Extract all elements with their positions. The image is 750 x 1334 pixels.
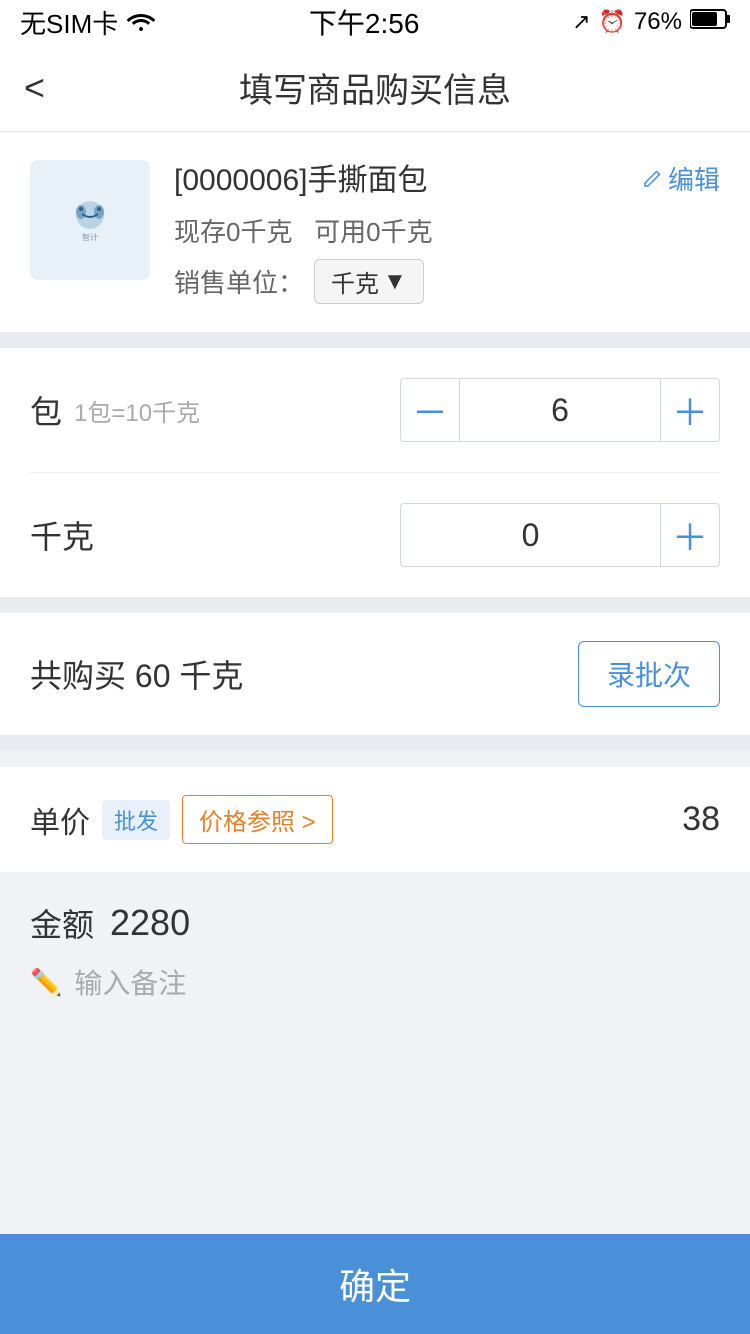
bao-quantity-control: － ＋ (400, 378, 720, 442)
separator-1 (0, 332, 750, 348)
price-type-badge: 批发 (102, 800, 170, 840)
price-section: 单价 批发 价格参照 > 38 (0, 767, 750, 872)
input-section: 包 1包=10千克 － ＋ 千克 ＋ (0, 348, 750, 597)
svg-text:智计: 智计 (82, 232, 98, 242)
page-title: 填写商品购买信息 (239, 63, 511, 112)
record-batch-button[interactable]: 录批次 (578, 641, 720, 707)
kg-input-row: 千克 ＋ (30, 473, 720, 597)
status-time: 下午2:56 (309, 2, 420, 42)
bao-input-row: 包 1包=10千克 － ＋ (30, 348, 720, 473)
bao-label: 包 1包=10千克 (30, 387, 200, 433)
amount-label: 金额 (30, 900, 94, 946)
kg-quantity-input[interactable] (400, 503, 660, 567)
status-carrier: 无SIM卡 (20, 4, 156, 41)
edit-label: 编辑 (668, 160, 720, 197)
price-label: 单价 (30, 798, 90, 842)
unit-selector[interactable]: 千克 ▼ (314, 259, 424, 304)
product-name: [0000006]手撕面包 (174, 160, 427, 202)
product-stock: 现存0千克 可用0千克 (174, 212, 720, 249)
location-icon: ↗ (572, 9, 590, 35)
amount-section: 金额 2280 ✏️ 输入备注 (0, 872, 750, 1030)
product-image: 智计 (30, 160, 150, 280)
separator-3 (0, 735, 750, 751)
confirm-button[interactable]: 确定 (0, 1234, 750, 1334)
status-indicators: ↗ ⏰ 76% (572, 8, 730, 37)
total-section: 共购买 60 千克 录批次 (0, 613, 750, 735)
bao-minus-button[interactable]: － (400, 378, 460, 442)
note-row[interactable]: ✏️ 输入备注 (30, 962, 720, 1002)
price-value: 38 (682, 800, 720, 839)
bao-plus-button[interactable]: ＋ (660, 378, 720, 442)
battery-icon (690, 8, 730, 37)
back-button[interactable]: < (24, 67, 45, 109)
product-info: [0000006]手撕面包 编辑 现存0千克 可用0千克 销售单位： 千克 ▼ (174, 160, 720, 304)
bao-hint: 1包=10千克 (74, 393, 200, 428)
product-unit-row: 销售单位： 千克 ▼ (174, 259, 720, 304)
amount-value: 2280 (110, 902, 190, 944)
price-left: 单价 批发 价格参照 > (30, 795, 333, 844)
kg-plus-button[interactable]: ＋ (660, 503, 720, 567)
battery-text: 76% (634, 8, 682, 36)
edit-button[interactable]: 编辑 (642, 160, 720, 197)
carrier-text: 无SIM卡 (20, 4, 118, 41)
price-ref-button[interactable]: 价格参照 > (182, 795, 333, 844)
alarm-icon: ⏰ (599, 9, 626, 35)
wifi-icon (126, 7, 156, 38)
status-bar: 无SIM卡 下午2:56 ↗ ⏰ 76% (0, 0, 750, 44)
amount-row: 金额 2280 (30, 900, 720, 946)
total-label: 共购买 60 千克 (30, 651, 243, 697)
chevron-down-icon: ▼ (383, 268, 407, 296)
kg-label: 千克 (30, 512, 94, 558)
kg-quantity-control: ＋ (400, 503, 720, 567)
product-card: 智计 [0000006]手撕面包 编辑 现存0千克 可用0千克 销售单位： 千克… (0, 132, 750, 332)
pencil-icon: ✏️ (30, 967, 62, 998)
bao-quantity-input[interactable] (460, 378, 660, 442)
separator-2 (0, 597, 750, 613)
note-placeholder: 输入备注 (74, 962, 186, 1002)
nav-bar: < 填写商品购买信息 (0, 44, 750, 132)
